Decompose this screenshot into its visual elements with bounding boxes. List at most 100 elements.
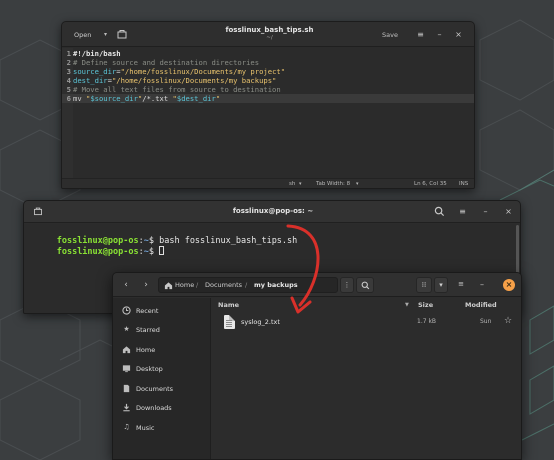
line-number: 3 — [66, 67, 71, 76]
column-header-size[interactable]: Size — [418, 298, 433, 312]
column-header-name[interactable]: Name — [218, 298, 239, 312]
music-icon: ♫ — [123, 423, 130, 431]
text-file-icon — [224, 315, 235, 329]
sidebar-item-label: Recent — [136, 307, 159, 315]
code-token: # Move all text files from source to des… — [73, 85, 281, 94]
desktop-icon — [122, 365, 131, 373]
search-button[interactable] — [356, 277, 374, 293]
language-selector[interactable]: sh — [289, 181, 295, 187]
code-token: "/home/fosslinux/Documents/my project" — [120, 67, 286, 76]
sidebar-item-music[interactable]: ♫ Music — [113, 419, 211, 437]
back-icon[interactable]: ‹ — [119, 278, 133, 292]
hamburger-menu-icon[interactable]: ≡ — [453, 277, 469, 293]
code-token: "/home/fosslinux/Documents/my backups" — [111, 76, 277, 85]
cursor-position[interactable]: Ln 6, Col 35 — [414, 181, 447, 187]
breadcrumb-my-backups[interactable]: my backups — [254, 278, 298, 292]
sidebar-item-label: Home — [136, 346, 156, 354]
home-icon — [122, 346, 131, 354]
more-options-icon[interactable]: ⋮ — [340, 277, 354, 293]
close-icon[interactable]: × — [452, 28, 465, 41]
table-row[interactable]: syslog_2.txt 1.7 kB Sun ☆ — [212, 314, 521, 332]
tab-width-selector[interactable]: Tab Width: 8 — [316, 181, 350, 187]
star-outline-icon[interactable]: ☆ — [504, 316, 512, 326]
terminal-line: fosslinux@pop-os:~$ — [26, 236, 165, 257]
hamburger-menu-icon[interactable]: ≡ — [456, 205, 469, 218]
home-icon — [164, 282, 173, 290]
line-number: 1 — [66, 49, 71, 58]
code-editor[interactable]: 1 #!/bin/bash 2 # Define source and destina… — [62, 48, 474, 178]
search-icon[interactable] — [434, 206, 445, 217]
prompt-user: fosslinux@pop-os — [56, 247, 139, 257]
text-cursor — [159, 246, 165, 255]
command-text: bash fosslinux_bash_tips.sh — [159, 236, 298, 246]
code-line: 3 source_dir="/home/fosslinux/Documents/m… — [62, 67, 474, 76]
star-icon: ★ — [123, 325, 130, 333]
breadcrumb-separator: / — [196, 281, 199, 289]
prompt-symbol: $ — [148, 247, 160, 257]
code-token: $source_dir — [90, 94, 138, 103]
open-button[interactable]: Open ▾ — [68, 27, 110, 43]
save-button[interactable]: Save — [375, 27, 405, 43]
code-line: 5 # Move all text files from source to de… — [62, 85, 474, 94]
code-token: dest_dir — [73, 76, 108, 85]
view-options-chevron-icon[interactable]: ▾ — [434, 277, 448, 293]
code-token: /*.txt — [142, 94, 173, 103]
places-sidebar: Recent ★ Starred Home Desktop Documents … — [113, 298, 211, 459]
code-token: # Define source and destination director… — [73, 58, 260, 67]
sidebar-item-label: Downloads — [136, 404, 172, 412]
gedit-window: Open ▾ fosslinux_bash_tips.sh ~/ Save ≡ … — [61, 21, 475, 189]
gedit-headerbar: Open ▾ fosslinux_bash_tips.sh ~/ Save ≡ … — [62, 22, 474, 47]
sidebar-item-desktop[interactable]: Desktop — [113, 360, 211, 378]
terminal-headerbar: fosslinux@pop-os: ~ ≡ – × — [24, 201, 520, 223]
breadcrumb-home[interactable]: Home — [175, 278, 194, 292]
minimize-icon[interactable]: – — [479, 205, 492, 218]
status-bar: sh ▾ Tab Width: 8 ▾ Ln 6, Col 35 INS — [62, 178, 474, 188]
breadcrumb-separator: / — [245, 281, 248, 289]
sidebar-item-home[interactable]: Home — [113, 341, 211, 359]
column-header-modified[interactable]: Modified — [465, 298, 497, 312]
forward-icon[interactable]: › — [139, 278, 153, 292]
line-number: 4 — [66, 76, 71, 85]
document-icon — [123, 384, 130, 393]
file-name: syslog_2.txt — [241, 318, 280, 326]
hamburger-menu-icon[interactable]: ≡ — [414, 28, 427, 41]
sidebar-item-starred[interactable]: ★ Starred — [113, 321, 211, 339]
file-manager-headerbar: ‹ › Home / Documents / my backups ⋮ ⁞⁞ ▾… — [113, 273, 521, 297]
code-token: source_dir — [73, 67, 117, 76]
sidebar-item-documents[interactable]: Documents — [113, 380, 211, 398]
grid-view-icon[interactable]: ⁞⁞ — [416, 277, 432, 293]
code-line: 1 #!/bin/bash — [62, 49, 474, 58]
chevron-down-icon: ▾ — [356, 181, 359, 187]
file-modified: Sun — [480, 318, 492, 325]
new-tab-icon[interactable] — [31, 205, 45, 219]
breadcrumb-documents[interactable]: Documents — [205, 278, 242, 292]
minimize-icon[interactable]: – — [475, 278, 489, 291]
line-number: 5 — [66, 85, 71, 94]
search-icon — [361, 281, 369, 290]
sort-descending-icon: ▼ — [405, 302, 409, 308]
terminal-line: fosslinux@pop-os:~$ bash fosslinux_bash_… — [26, 226, 298, 246]
close-icon[interactable]: × — [502, 205, 515, 218]
clock-icon — [122, 306, 131, 315]
sidebar-item-downloads[interactable]: Downloads — [113, 399, 211, 417]
line-number: 6 — [66, 94, 71, 103]
code-token: " — [215, 94, 221, 103]
chevron-down-icon: ▾ — [299, 181, 302, 187]
code-line: 2 # Define source and destination directo… — [62, 58, 474, 67]
sidebar-item-recent[interactable]: Recent — [113, 302, 211, 320]
terminal-title: fosslinux@pop-os: ~ — [232, 207, 314, 215]
breadcrumb: Home / Documents / my backups — [158, 277, 338, 293]
line-number: 2 — [66, 58, 71, 67]
close-icon[interactable]: × — [503, 279, 515, 291]
window-title: fosslinux_bash_tips.sh — [225, 26, 314, 34]
sidebar-item-label: Starred — [136, 326, 160, 334]
minimize-icon[interactable]: – — [433, 28, 446, 41]
code-line: 6 mv "$source_dir"/*.txt "$dest_dir" — [62, 94, 474, 103]
sidebar-item-label: Desktop — [136, 365, 163, 373]
code-token: $dest_dir — [176, 94, 216, 103]
chevron-down-icon: ▾ — [103, 31, 107, 38]
new-document-button[interactable] — [114, 27, 130, 43]
open-button-label: Open — [74, 31, 92, 39]
file-list-view[interactable]: Name ▼ Size Modified syslog_2.txt 1.7 kB… — [212, 298, 521, 459]
sidebar-item-label: Documents — [136, 385, 174, 393]
